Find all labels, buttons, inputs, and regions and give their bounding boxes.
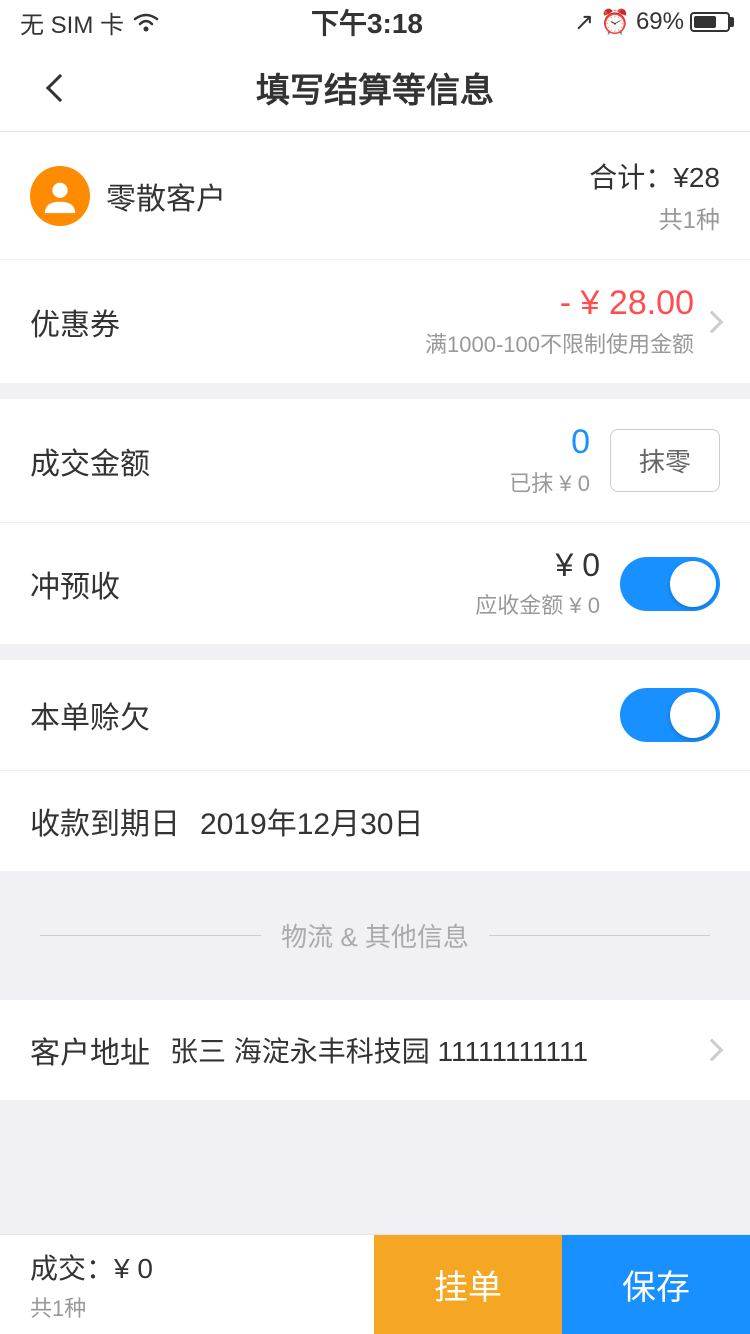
- logistics-divider: 物流 & 其他信息: [0, 907, 750, 964]
- address-value: 张三 海淀永丰科技园 11111111111: [170, 1030, 704, 1070]
- prepay-sub: 应收金额 ¥ 0: [475, 588, 600, 620]
- bottom-deal-value: ¥ 0: [114, 1253, 153, 1284]
- bottom-info: 成交：¥ 0 共1种: [0, 1247, 374, 1323]
- prepay-toggle[interactable]: [620, 557, 720, 611]
- credit-label: 本单赊欠: [30, 693, 150, 737]
- hold-button[interactable]: 挂单: [374, 1235, 562, 1334]
- save-button[interactable]: 保存: [562, 1235, 750, 1334]
- no-sim-text: 无 SIM 卡: [20, 5, 124, 40]
- customer-total: 合计：¥28 共1种: [589, 156, 720, 235]
- customer-name: 零散客户: [106, 174, 226, 218]
- alarm-icon: ⏰: [600, 8, 630, 37]
- round-button[interactable]: 抹零: [610, 429, 720, 492]
- status-bar: 无 SIM 卡 下午3:18 ↗ ⏰ 69%: [0, 0, 750, 44]
- credit-row: 本单赊欠: [0, 660, 750, 770]
- due-date-row: 收款到期日 2019年12月30日: [0, 770, 750, 871]
- customer-row: 零散客户 合计：¥28 共1种: [0, 132, 750, 259]
- total-amount: 合计：¥28: [589, 156, 720, 196]
- customer-section: 零散客户 合计：¥28 共1种 优惠券 - ¥ 28.00 满1000-100不…: [0, 132, 750, 383]
- page-title: 填写结算等信息: [90, 63, 660, 112]
- address-label: 客户地址: [30, 1028, 150, 1072]
- bottom-count: 共1种: [30, 1291, 344, 1323]
- prepay-label: 冲预收: [30, 562, 120, 606]
- address-chevron-icon: [701, 1039, 724, 1062]
- address-section: 客户地址 张三 海淀永丰科技园 11111111111: [0, 1000, 750, 1100]
- status-left: 无 SIM 卡: [20, 5, 160, 40]
- coupon-right: - ¥ 28.00 满1000-100不限制使用金额: [425, 284, 720, 359]
- bottom-deal-amount: 成交：¥ 0: [30, 1247, 344, 1287]
- deal-amount-row: 成交金额 0 已抹 ¥ 0 抹零: [0, 399, 750, 523]
- credit-toggle[interactable]: [620, 688, 720, 742]
- credit-section: 本单赊欠 收款到期日 2019年12月30日: [0, 660, 750, 871]
- bottom-spacer: [0, 1116, 750, 1236]
- deal-section: 成交金额 0 已抹 ¥ 0 抹零 冲预收 ¥ 0 应收金额 ¥ 0: [0, 399, 750, 644]
- logistics-section: 物流 & 其他信息: [0, 887, 750, 984]
- logistics-label: 物流 & 其他信息: [281, 917, 469, 954]
- total-count: 共1种: [589, 200, 720, 235]
- prepay-right: ¥ 0 应收金额 ¥ 0: [475, 547, 720, 620]
- divider-line-right: [489, 935, 710, 936]
- prepay-amount: ¥ 0: [475, 547, 600, 584]
- coupon-discount: - ¥ 28.00: [425, 284, 694, 323]
- deal-amount-right: 0 已抹 ¥ 0 抹零: [509, 423, 720, 498]
- bottom-deal-label: 成交：: [30, 1253, 114, 1284]
- status-time: 下午3:18: [311, 2, 423, 42]
- customer-avatar: [30, 166, 90, 226]
- back-button[interactable]: [30, 58, 90, 118]
- user-icon: [41, 177, 79, 215]
- customer-left: 零散客户: [30, 166, 226, 226]
- battery-icon: [690, 12, 730, 32]
- divider-line-left: [40, 935, 261, 936]
- nav-bar: 填写结算等信息: [0, 44, 750, 132]
- wifi-icon: [132, 12, 160, 32]
- credit-toggle-knob: [670, 692, 716, 738]
- deal-amount-sub: 已抹 ¥ 0: [509, 466, 590, 498]
- status-right: ↗ ⏰ 69%: [574, 8, 730, 37]
- chevron-right-icon: [701, 310, 724, 333]
- address-row[interactable]: 客户地址 张三 海淀永丰科技园 11111111111: [0, 1000, 750, 1100]
- location-icon: ↗: [574, 8, 594, 37]
- due-date-label: 收款到期日: [30, 799, 180, 843]
- back-arrow-icon: [46, 73, 74, 101]
- coupon-row[interactable]: 优惠券 - ¥ 28.00 满1000-100不限制使用金额: [0, 259, 750, 383]
- battery-percent: 69%: [636, 8, 684, 36]
- deal-amount-value: 0: [509, 423, 590, 462]
- coupon-label: 优惠券: [30, 300, 120, 344]
- toggle-knob: [670, 561, 716, 607]
- bottom-bar: 成交：¥ 0 共1种 挂单 保存: [0, 1234, 750, 1334]
- due-date-value: 2019年12月30日: [200, 799, 423, 843]
- coupon-description: 满1000-100不限制使用金额: [425, 327, 694, 359]
- prepay-row: 冲预收 ¥ 0 应收金额 ¥ 0: [0, 523, 750, 644]
- deal-amount-label: 成交金额: [30, 439, 150, 483]
